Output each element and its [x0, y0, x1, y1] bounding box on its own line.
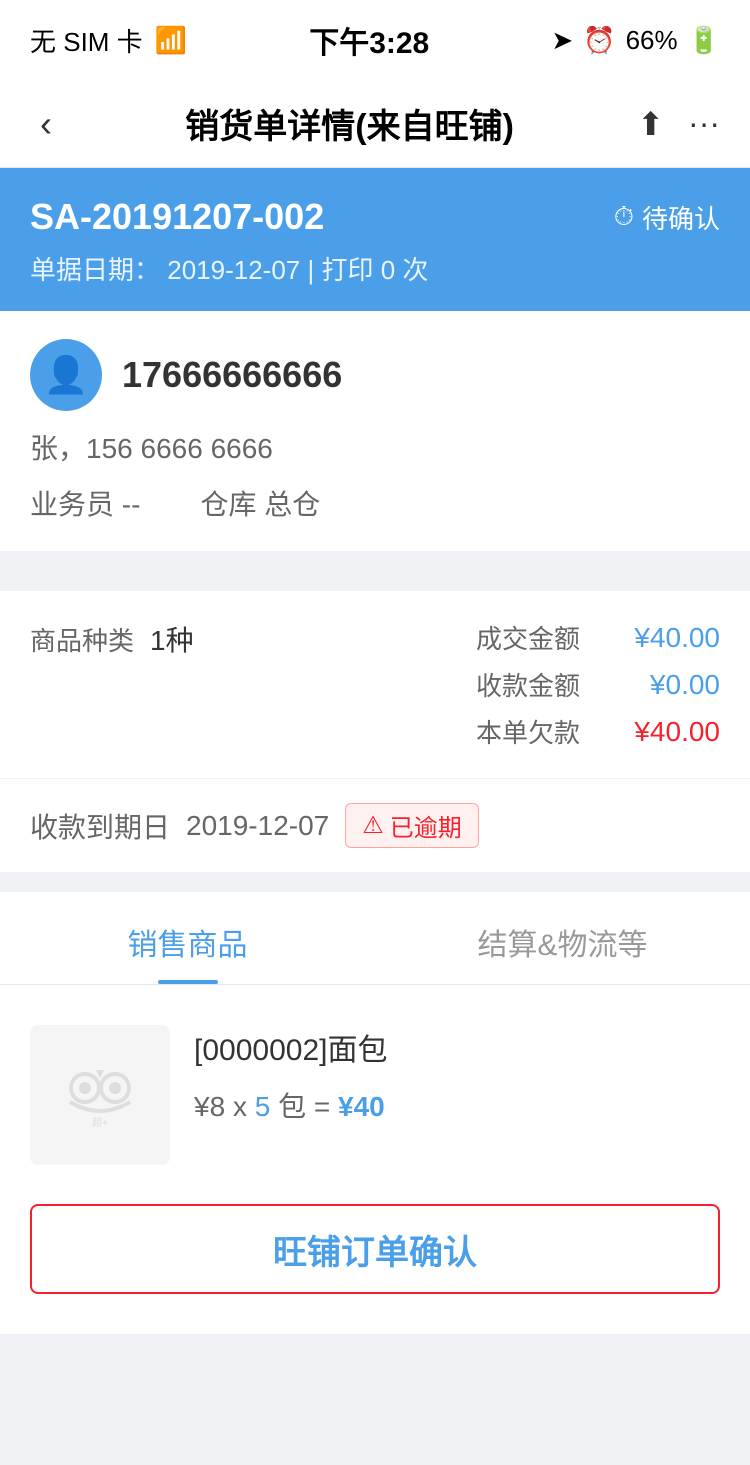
received-label: 收款金额 — [476, 666, 580, 703]
times-symbol: x — [233, 1091, 247, 1122]
alarm-icon: ⏰ — [583, 25, 615, 56]
clock-icon: ⏱ — [614, 201, 634, 233]
divider-1 — [0, 571, 750, 591]
product-info: [0000002]面包 ¥8 x 5 包 = ¥40 — [194, 1025, 720, 1165]
customer-card: 👤 17666666666 张，156 6666 6666 业务员 -- 仓库 … — [0, 311, 750, 551]
product-thumbnail: 超+ — [30, 1025, 170, 1165]
received-value: ¥0.00 — [600, 669, 720, 701]
amount-label: 成交金额 — [476, 619, 580, 656]
warehouse-meta: 仓库 总仓 — [200, 483, 320, 523]
order-date-value: 2019-12-07 — [167, 255, 300, 285]
share-icon[interactable]: ⬆ — [637, 105, 664, 143]
eq-symbol: = — [314, 1091, 330, 1122]
sales-value: -- — [122, 489, 141, 520]
due-label: 收款到期日 — [30, 806, 170, 846]
avatar: 👤 — [30, 339, 102, 411]
print-count: 0 — [381, 255, 395, 285]
customer-meta: 业务员 -- 仓库 总仓 — [30, 483, 720, 523]
received-row: 收款金额 ¥0.00 — [476, 666, 720, 703]
back-button[interactable]: ‹ — [30, 93, 62, 155]
tabs-bar: 销售商品 结算&物流等 — [0, 892, 750, 985]
product-list: 超+ [0000002]面包 ¥8 x 5 包 = ¥40 — [0, 985, 750, 1205]
tab-settlement-label: 结算&物流等 — [477, 929, 647, 962]
product-qty: 5 — [255, 1091, 271, 1122]
location-icon: ➤ — [551, 25, 573, 56]
order-status: ⏱ 待确认 — [614, 199, 720, 236]
battery-label: 66% — [626, 25, 678, 56]
order-date-row: 单据日期： 2019-12-07 | 打印 0 次 — [30, 250, 720, 287]
stats-right: 成交金额 ¥40.00 收款金额 ¥0.00 本单欠款 ¥40.00 — [476, 619, 720, 750]
order-header-top: SA-20191207-002 ⏱ 待确认 — [30, 196, 720, 238]
tab-settlement[interactable]: 结算&物流等 — [375, 892, 750, 984]
type-value: 1种 — [150, 619, 194, 659]
due-row: 收款到期日 2019-12-07 ⚠ 已逾期 — [0, 778, 750, 872]
warning-icon: ⚠ — [362, 811, 384, 840]
more-icon[interactable]: ··· — [688, 105, 720, 142]
print-label: | 打印 — [307, 255, 373, 285]
wifi-icon: 📶 — [155, 25, 187, 56]
stats-card: 商品种类 1种 成交金额 ¥40.00 收款金额 ¥0.00 本单欠款 ¥40.… — [0, 591, 750, 778]
nav-bar: ‹ 销货单详情(来自旺铺) ⬆ ··· — [0, 80, 750, 168]
overdue-badge: ⚠ 已逾期 — [345, 803, 479, 848]
unit-label: 包 — [278, 1091, 306, 1122]
stats-left: 商品种类 1种 — [30, 619, 476, 659]
confirm-order-button[interactable]: 旺铺订单确认 — [30, 1204, 720, 1294]
battery-icon: 🔋 — [688, 25, 720, 56]
date-label: 单据日期： — [30, 255, 160, 285]
order-id: SA-20191207-002 — [30, 196, 324, 238]
owed-value: ¥40.00 — [600, 716, 720, 748]
tab-products[interactable]: 销售商品 — [0, 892, 375, 984]
due-date: 2019-12-07 — [186, 810, 329, 842]
customer-phone: 17666666666 — [122, 354, 342, 396]
product-logo-svg: 超+ — [50, 1060, 150, 1130]
status-right: ➤ ⏰ 66% 🔋 — [551, 25, 720, 56]
amount-row: 成交金额 ¥40.00 — [476, 619, 720, 656]
page-title: 销货单详情(来自旺铺) — [62, 99, 637, 148]
customer-name-phone: 张，156 6666 6666 — [30, 427, 720, 467]
amount-value: ¥40.00 — [600, 622, 720, 654]
list-item: 超+ [0000002]面包 ¥8 x 5 包 = ¥40 — [30, 1005, 720, 1185]
product-total: ¥40 — [338, 1091, 385, 1122]
status-label: 待确认 — [642, 199, 720, 236]
customer-header: 👤 17666666666 — [30, 339, 720, 411]
type-label: 商品种类 — [30, 621, 134, 658]
nav-actions: ⬆ ··· — [637, 105, 720, 143]
avatar-icon: 👤 — [44, 354, 89, 396]
svg-text:超+: 超+ — [92, 1116, 108, 1129]
price-value: ¥8 — [194, 1091, 225, 1122]
product-name: [0000002]面包 — [194, 1025, 720, 1069]
order-header: SA-20191207-002 ⏱ 待确认 单据日期： 2019-12-07 |… — [0, 168, 750, 311]
sim-label: 无 SIM 卡 — [30, 22, 143, 59]
status-left: 无 SIM 卡 📶 — [30, 22, 187, 59]
sales-meta: 业务员 -- — [30, 483, 140, 523]
product-price: ¥8 x 5 包 = ¥40 — [194, 1085, 720, 1125]
sales-label: 业务员 — [30, 489, 114, 520]
owed-row: 本单欠款 ¥40.00 — [476, 713, 720, 750]
tab-products-label: 销售商品 — [128, 929, 248, 962]
print-unit: 次 — [402, 255, 428, 285]
overdue-text: 已逾期 — [390, 808, 462, 843]
status-bar: 无 SIM 卡 📶 下午3:28 ➤ ⏰ 66% 🔋 — [0, 0, 750, 80]
owed-label: 本单欠款 — [476, 713, 580, 750]
bottom-bar: 旺铺订单确认 — [0, 1184, 750, 1334]
warehouse-label: 仓库 — [200, 489, 256, 520]
status-time: 下午3:28 — [309, 18, 429, 62]
warehouse-value: 总仓 — [264, 489, 320, 520]
